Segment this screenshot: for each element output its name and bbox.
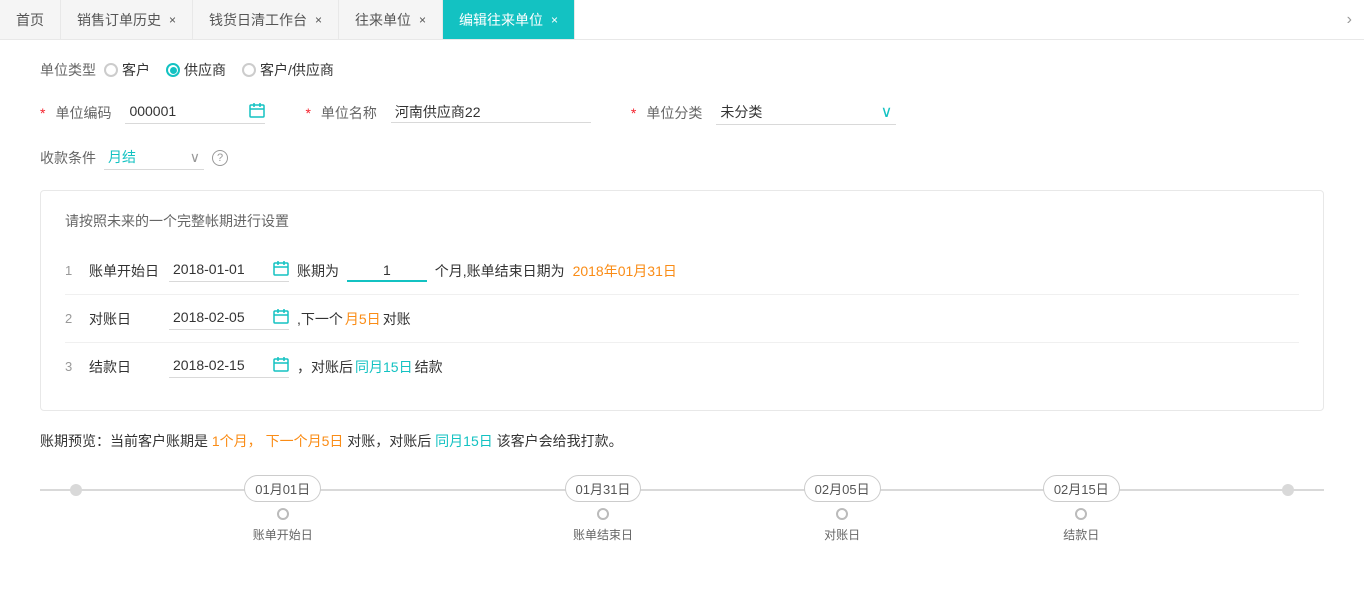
setting-row-2: 2 对账日 ,下一个月5日对账 — [65, 295, 1299, 343]
start-date-calendar-icon[interactable] — [273, 260, 289, 279]
unit-code-group: * 单位编码 — [40, 101, 265, 124]
tabs-bar: 首页 销售订单历史 × 钱货日清工作台 × 往来单位 × 编辑往来单位 × › — [0, 0, 1364, 40]
payment-terms-arrow: ∨ — [190, 149, 200, 166]
unit-category-select[interactable]: 未分类 ∨ — [716, 100, 896, 125]
payment-terms-select[interactable]: 月结 ∨ — [104, 145, 204, 170]
close-tab-sales-order-history[interactable]: × — [169, 13, 176, 27]
row-number-1: 1 — [65, 263, 89, 278]
unit-name-required: * — [305, 105, 310, 121]
period-end-date: 2018年01月31日 — [573, 261, 677, 281]
timeline-label-3: 对账日 — [824, 526, 860, 543]
payment-date-input[interactable] — [169, 355, 269, 375]
row-date-1 — [169, 259, 289, 282]
unit-category-label: 单位分类 — [646, 103, 702, 123]
timeline-badge-1: 01月01日 — [244, 475, 321, 502]
timeline-node-1: 01月01日 账单开始日 — [244, 475, 321, 543]
tab-cash-workbench[interactable]: 钱货日清工作台 × — [193, 0, 339, 39]
timeline-dot-2 — [597, 508, 609, 520]
timeline-label-2: 账单结束日 — [573, 526, 633, 543]
row-desc-1: 账期为 个月,账单结束日期为 2018年01月31日 — [297, 260, 677, 282]
timeline-dot-4 — [1075, 508, 1087, 520]
timeline-label-4: 结款日 — [1063, 526, 1099, 543]
setting-row-1: 1 账单开始日 账期为 个月,账单结束日期为 2018年01月31日 — [65, 247, 1299, 295]
unit-type-label: 单位类型 — [40, 60, 96, 80]
radio-customer-circle — [104, 63, 118, 77]
timeline-label-1: 账单开始日 — [253, 526, 313, 543]
timeline-badge-2: 01月31日 — [565, 475, 642, 502]
preview-part2: 下一个月5日 — [266, 433, 344, 449]
timeline-spacer-1 — [321, 489, 564, 491]
timeline-dot-1 — [277, 508, 289, 520]
timeline-node-4: 02月15日 结款日 — [1043, 475, 1120, 543]
timeline-wrapper: 01月01日 账单开始日 01月31日 账单结束日 02月05日 对账日 — [40, 475, 1324, 543]
unit-code-label: 单位编码 — [55, 103, 111, 123]
radio-supplier-circle — [166, 63, 180, 77]
timeline-node-3: 02月05日 对账日 — [804, 475, 881, 543]
unit-category-group: * 单位分类 未分类 ∨ — [631, 100, 896, 125]
timeline-dot-3 — [836, 508, 848, 520]
unit-category-value: 未分类 — [720, 102, 880, 122]
preview-text: 账期预览：当前客户账期是 1个月， 下一个月5日 对账，对账后 同月15日 该客… — [40, 431, 1324, 451]
section-hint: 请按照未来的一个完整帐期进行设置 — [65, 211, 1299, 231]
unit-category-required: * — [631, 105, 636, 121]
payment-terms-row: 收款条件 月结 ∨ ? — [40, 145, 1324, 170]
row-type-3: 结款日 — [89, 357, 169, 377]
unit-type-row: 单位类型 客户 供应商 客户/供应商 — [40, 60, 1324, 80]
row-date-2 — [169, 307, 289, 330]
close-tab-partner-units[interactable]: × — [419, 13, 426, 27]
tab-sales-order-history[interactable]: 销售订单历史 × — [61, 0, 193, 39]
recon-date-calendar-icon[interactable] — [273, 308, 289, 327]
payment-date-calendar-icon[interactable] — [273, 356, 289, 375]
row-type-1: 账单开始日 — [89, 261, 169, 281]
close-tab-cash-workbench[interactable]: × — [315, 13, 322, 27]
timeline-spacer-2 — [641, 489, 803, 491]
unit-code-input-wrapper — [125, 101, 265, 124]
unit-type-radio-group: 客户 供应商 客户/供应商 — [104, 60, 334, 80]
timeline-start-dot — [70, 484, 82, 496]
payment-terms-value: 月结 — [108, 147, 182, 167]
row-date-3 — [169, 355, 289, 378]
unit-name-input[interactable] — [391, 102, 591, 123]
timeline-node-2: 01月31日 账单结束日 — [565, 475, 642, 543]
timeline-badge-4: 02月15日 — [1043, 475, 1120, 502]
timeline-spacer-3 — [881, 489, 1043, 491]
settings-section: 请按照未来的一个完整帐期进行设置 1 账单开始日 账期为 个月,账单结束日期为 … — [40, 190, 1324, 411]
timeline-badge-3: 02月05日 — [804, 475, 881, 502]
start-date-input[interactable] — [169, 259, 269, 279]
unit-info-row: * 单位编码 * 单位名称 * 单位分类 未分类 ∨ — [40, 100, 1324, 125]
preview-part3: 同月15日 — [435, 433, 493, 449]
period-input[interactable] — [347, 260, 427, 282]
close-tab-edit-partner[interactable]: × — [551, 13, 558, 27]
payment-terms-label: 收款条件 — [40, 148, 96, 168]
row-number-2: 2 — [65, 311, 89, 326]
timeline-spacer-4 — [1120, 489, 1282, 491]
unit-name-group: * 单位名称 — [305, 102, 590, 123]
tab-home[interactable]: 首页 — [0, 0, 61, 39]
row-desc-3: ，对账后同月15日结款 — [297, 357, 443, 377]
radio-supplier[interactable]: 供应商 — [166, 60, 226, 80]
tab-partner-units[interactable]: 往来单位 × — [339, 0, 443, 39]
setting-row-3: 3 结款日 ，对账后同月15日结款 — [65, 343, 1299, 390]
payment-terms-help[interactable]: ? — [212, 150, 228, 166]
unit-name-label: 单位名称 — [321, 103, 377, 123]
main-content: 单位类型 客户 供应商 客户/供应商 * 单位编码 — [0, 40, 1364, 608]
row-desc-2: ,下一个月5日对账 — [297, 309, 411, 329]
timeline-nodes: 01月01日 账单开始日 01月31日 账单结束日 02月05日 对账日 — [70, 475, 1294, 543]
radio-both-circle — [242, 63, 256, 77]
unit-category-arrow: ∨ — [881, 102, 893, 122]
row-type-2: 对账日 — [89, 309, 169, 329]
preview-part1: 1个月， — [212, 433, 262, 449]
row-number-3: 3 — [65, 359, 89, 374]
timeline-end-dot — [1282, 484, 1294, 496]
radio-customer[interactable]: 客户 — [104, 60, 150, 80]
unit-code-icon[interactable] — [249, 102, 265, 121]
timeline-spacer-0 — [82, 489, 244, 491]
unit-code-input[interactable] — [125, 101, 245, 121]
recon-date-input[interactable] — [169, 307, 269, 327]
tab-edit-partner[interactable]: 编辑往来单位 × — [443, 0, 575, 39]
tab-scroll-arrow[interactable]: › — [1335, 11, 1364, 29]
radio-both[interactable]: 客户/供应商 — [242, 60, 334, 80]
unit-code-required: * — [40, 105, 45, 121]
